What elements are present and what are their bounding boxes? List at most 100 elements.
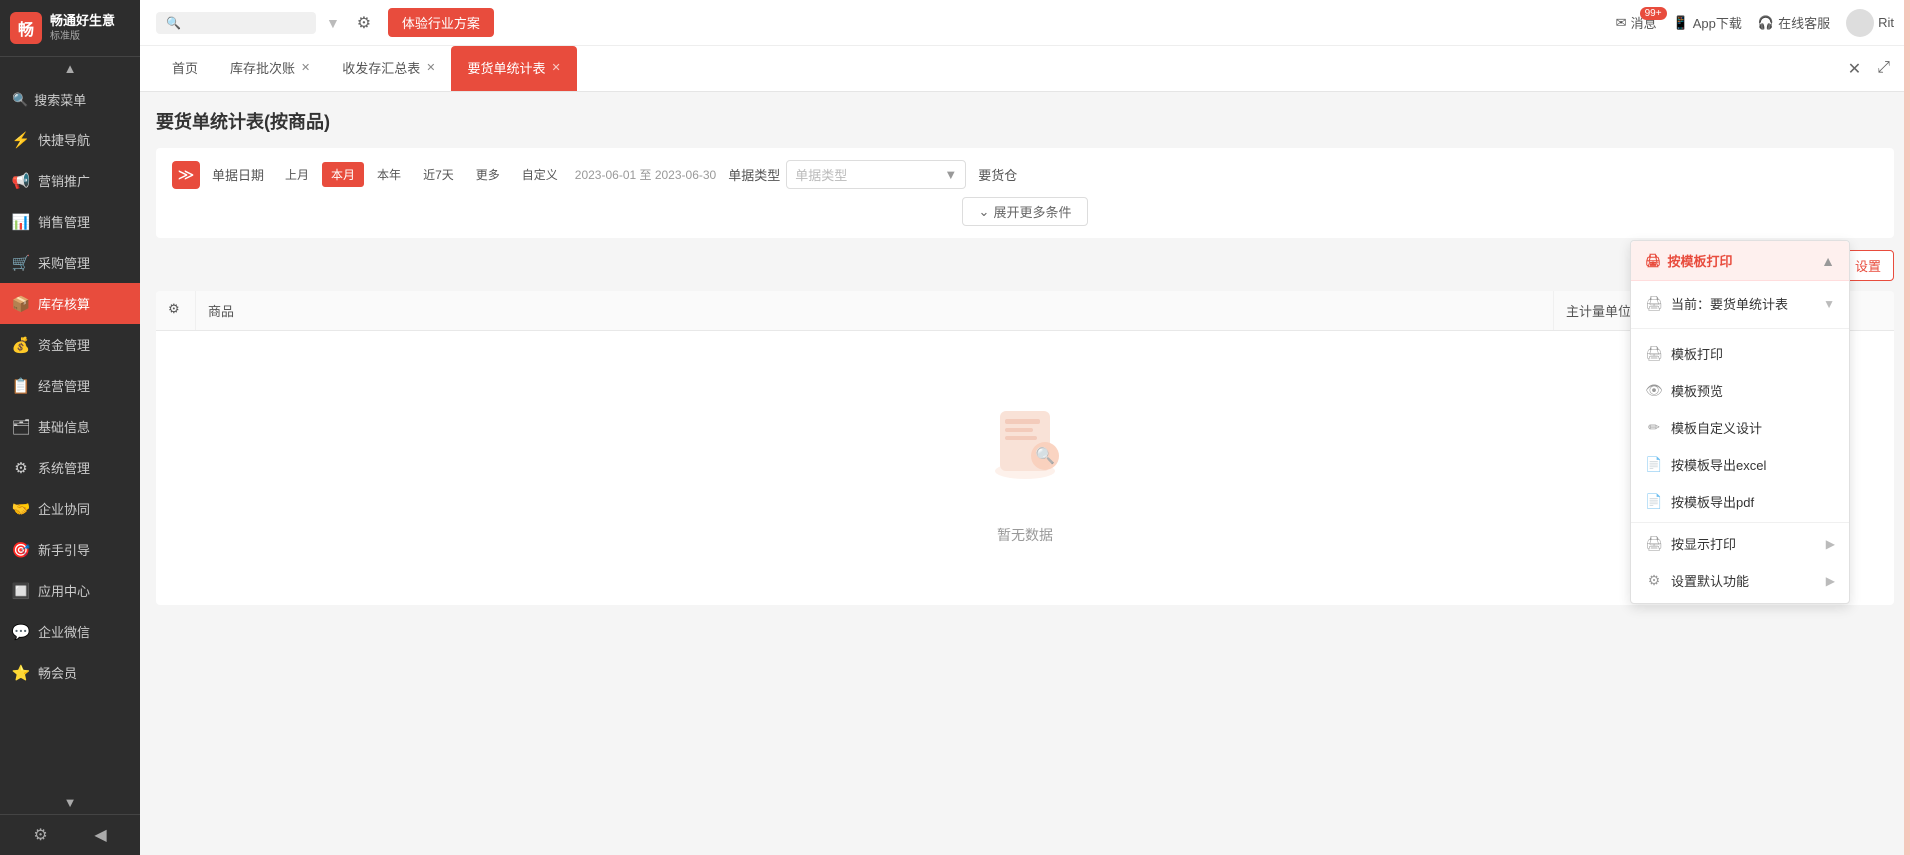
print-dropdown-menu: 🖨 按模板打印 ▲ 🖨 当前：要货单统计表 ▼ 🖨 模板打印 [1630,240,1850,604]
nav-label-marketing: 营销推广 [38,171,90,190]
sidebar-item-quick-nav[interactable]: ⚡ 快捷导航 [0,119,140,160]
tab-order-stats[interactable]: 要货单统计表 ✕ [451,46,576,91]
dropdown-item-template-excel[interactable]: 📄 按模板导出excel [1631,446,1849,483]
tab-close-receipts-summary[interactable]: ✕ [426,61,435,74]
header-service[interactable]: 🎧 在线客服 [1758,13,1830,32]
sidebar-item-system[interactable]: ⚙ 系统管理 [0,447,140,488]
top-header: 🔍 ▼ ⚙ 体验行业方案 ✉ 消息 99+ 📱 App下载 🎧 在线客服 Rit [140,0,1910,46]
filter-card: ≫ 单据日期 上月本月本年近7天更多自定义2023-06-01 至 2023-0… [156,148,1894,238]
trial-btn[interactable]: 体验行业方案 [388,8,494,37]
header-user[interactable]: Rit [1846,9,1894,37]
breadcrumb-dropdown-icon[interactable]: ▼ [326,15,340,31]
search-label: 搜索菜单 [34,90,86,109]
date-filter-label: 单据日期 [212,165,264,184]
scroll-down-btn[interactable]: ▼ [0,791,140,814]
dropdown-item-label-template-print: 模板打印 [1671,344,1835,363]
date-btn-1[interactable]: 本月 [322,162,364,187]
nav-label-basic: 基础信息 [38,417,90,436]
date-btn-3[interactable]: 近7天 [414,162,463,187]
dropdown-item-label-template-preview: 模板预览 [1671,381,1835,400]
sidebar-item-collab[interactable]: 🤝 企业协同 [0,488,140,529]
tab-maximize-btn[interactable]: ⤢ [1873,55,1894,83]
sidebar-search[interactable]: 🔍 搜索菜单 [0,80,140,119]
nav-icon-wechat: 💬 [12,623,30,641]
current-template-icon: 🖨 [1645,295,1663,312]
date-btn-5[interactable]: 自定义 [513,162,567,187]
tab-label-home: 首页 [172,58,198,77]
dropdown-item-template-preview[interactable]: 👁 模板预览 [1631,372,1849,409]
dropdown-title-text: 按模板打印 [1668,251,1733,270]
sidebar-item-member[interactable]: ⭐ 畅会员 [0,652,140,693]
empty-text: 暂无数据 [997,525,1053,545]
expand-more-icon: ⌄ [979,204,990,220]
current-template-arrow: ▼ [1823,297,1835,311]
nav-label-operations: 经营管理 [38,376,90,395]
nav-label-member: 畅会员 [38,663,77,682]
dropdown-close-btn[interactable]: ▲ [1821,253,1835,269]
nav-label-apps: 应用中心 [38,581,90,600]
dropdown-divider-2 [1631,522,1849,523]
sidebar-item-basic[interactable]: 🗂 基础信息 [0,406,140,447]
tab-bar: 首页库存批次账✕收发存汇总表✕ 要货单统计表 ✕ ✕ ⤢ [140,46,1910,92]
tab-close-batch-accounts[interactable]: ✕ [301,61,310,74]
dropdown-section-current: 🖨 当前：要货单统计表 ▼ [1631,281,1849,326]
sidebar-logo: 畅 畅通好生意 标准版 [0,0,140,57]
date-btn-4[interactable]: 更多 [467,162,509,187]
user-name: Rit [1878,15,1894,30]
dropdown-item-display-print[interactable]: 🖨 按显示打印 ▶ [1631,525,1849,562]
expand-more-btn[interactable]: ⌄ 展开更多条件 [962,197,1089,226]
dropdown-item-template-pdf[interactable]: 📄 按模板导出pdf [1631,483,1849,520]
dropdown-item-label-default-func: 设置默认功能 [1671,571,1818,590]
tab-close-order-stats[interactable]: ✕ [552,61,561,74]
tab-batch-accounts[interactable]: 库存批次账✕ [214,46,326,91]
sidebar-item-marketing[interactable]: 📢 营销推广 [0,160,140,201]
sidebar-item-inventory[interactable]: 📦 库存核算 [0,283,140,324]
date-btn-0[interactable]: 上月 [276,162,318,187]
scroll-up-btn[interactable]: ▲ [0,57,140,80]
doc-type-select[interactable]: 单据类型 ▼ [786,160,966,189]
content-area: 要货单统计表(按商品) ≫ 单据日期 上月本月本年近7天更多自定义2023-06… [140,92,1910,855]
header-settings-btn[interactable]: ⚙ [350,9,378,37]
nav-label-finance: 资金管理 [38,335,90,354]
dropdown-item-template-print[interactable]: 🖨 模板打印 [1631,335,1849,372]
breadcrumb-search[interactable]: 🔍 [156,12,316,34]
th-settings: ⚙ [156,291,196,330]
dropdown-item-template-design[interactable]: ✏ 模板自定义设计 [1631,409,1849,446]
app-download-icon: 📱 [1673,15,1689,31]
dropdown-item-icon-template-design: ✏ [1645,419,1663,436]
tab-label-order-stats: 要货单统计表 [467,58,545,77]
header-msg[interactable]: ✉ 消息 99+ [1616,13,1657,32]
sidebar-item-wechat[interactable]: 💬 企业微信 [0,611,140,652]
filter-more-row: ⌄ 展开更多条件 [172,197,1878,226]
tab-home[interactable]: 首页 [156,46,214,91]
msg-badge: 99+ [1640,7,1667,20]
dropdown-item-default-func[interactable]: ⚙ 设置默认功能 ▶ [1631,562,1849,599]
tab-expand-controls: ✕ ⤢ [1844,55,1894,83]
sidebar-item-apps[interactable]: 🔲 应用中心 [0,570,140,611]
sidebar-item-purchase[interactable]: 🛒 采购管理 [0,242,140,283]
current-template-item[interactable]: 🖨 当前：要货单统计表 ▼ [1631,285,1849,322]
tab-close-all-btn[interactable]: ✕ [1844,55,1865,83]
sidebar-item-finance[interactable]: 💰 资金管理 [0,324,140,365]
header-app[interactable]: 📱 App下载 [1673,13,1742,32]
app-logo-icon: 畅 [10,12,42,44]
filter-expand-btn[interactable]: ≫ [172,161,200,189]
sidebar-item-operations[interactable]: 📋 经营管理 [0,365,140,406]
sidebar-toggle-icon[interactable]: ◀ [94,825,106,845]
empty-icon: 🔍 [975,391,1075,513]
nav-icon-operations: 📋 [12,377,30,395]
nav-icon-collab: 🤝 [12,500,30,518]
req-warehouse-label: 要货仓 [978,165,1017,184]
sidebar-item-guide[interactable]: 🎯 新手引导 [0,529,140,570]
dropdown-item-icon-display-print: 🖨 [1645,535,1663,552]
search-icon: 🔍 [12,92,28,108]
dropdown-item-icon-template-excel: 📄 [1645,456,1663,473]
sidebar-settings-icon[interactable]: ⚙ [33,825,47,845]
service-label: 在线客服 [1778,13,1830,32]
dropdown-item-icon-template-preview: 👁 [1645,382,1663,399]
tab-receipts-summary[interactable]: 收发存汇总表✕ [326,46,451,91]
sidebar-item-sales[interactable]: 📊 销售管理 [0,201,140,242]
nav-label-sales: 销售管理 [38,212,90,231]
dropdown-item-icon-template-print: 🖨 [1645,345,1663,362]
date-btn-2[interactable]: 本年 [368,162,410,187]
